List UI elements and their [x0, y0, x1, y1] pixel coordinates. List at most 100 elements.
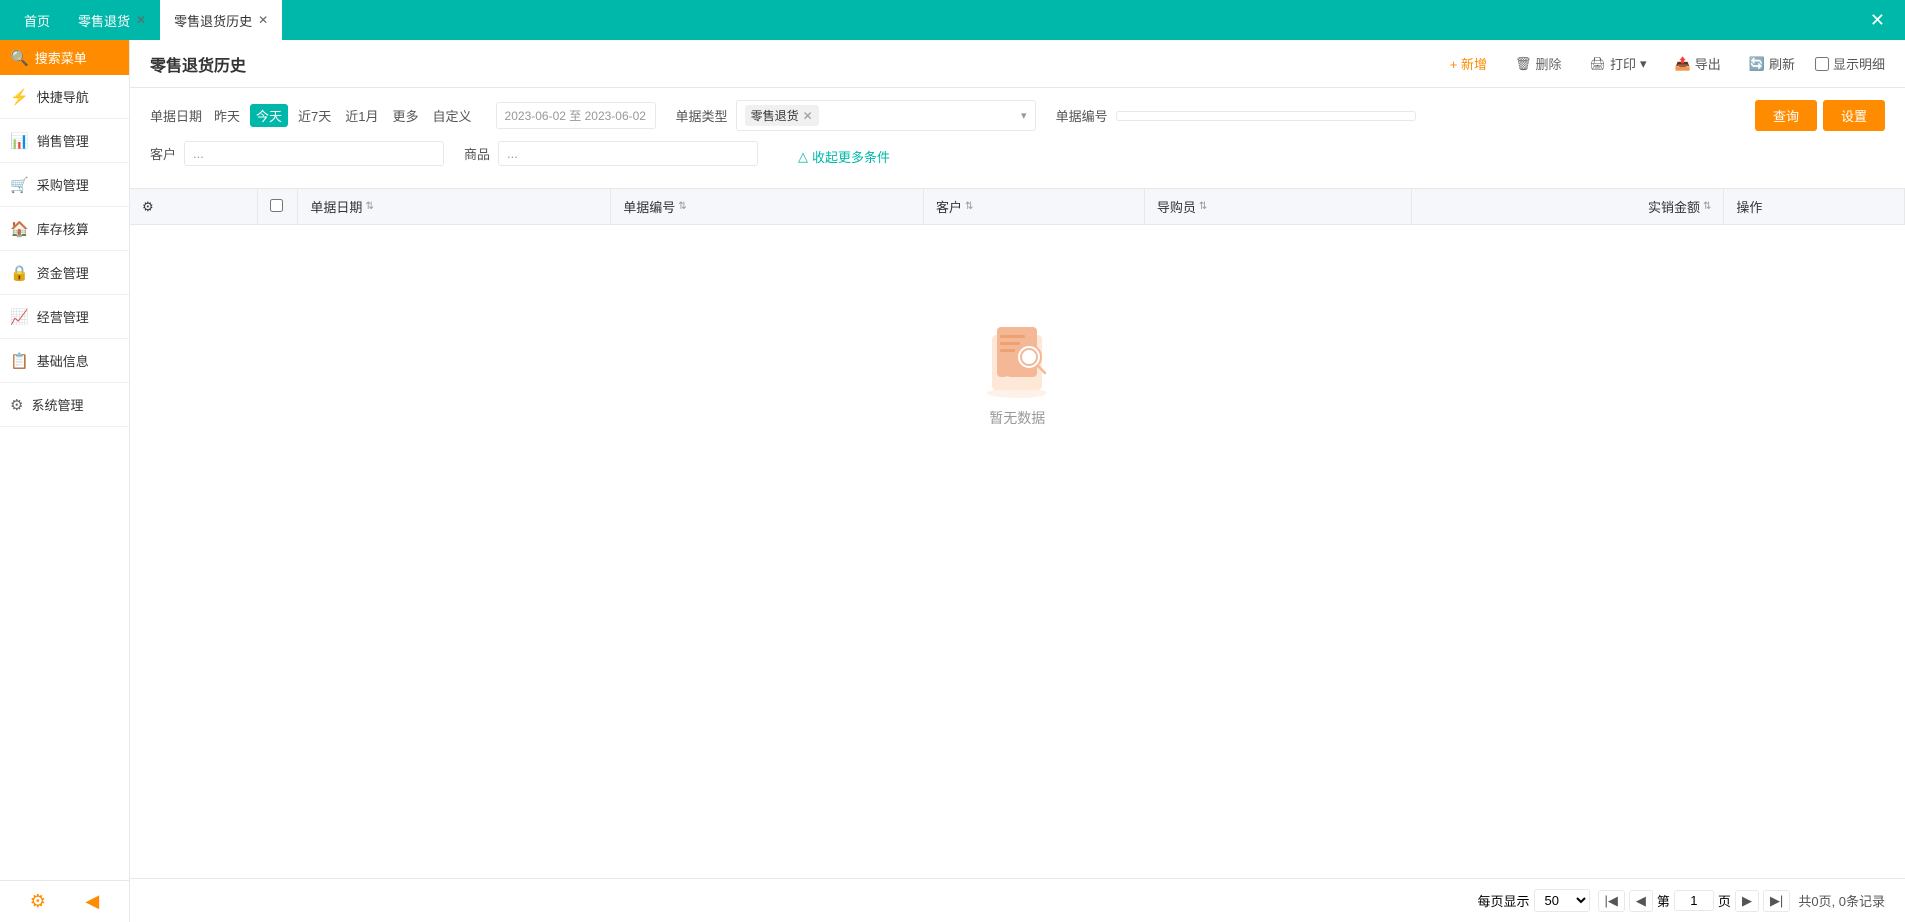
inventory-icon: 🏠 — [10, 220, 29, 238]
window-close-button[interactable]: ✕ — [1860, 10, 1895, 31]
print-icon: 🖨 — [1590, 56, 1607, 72]
sidebar-item-inventory[interactable]: 🏠 库存核算 — [0, 207, 129, 251]
th-customer: 客户 ⇅ — [924, 189, 1145, 225]
print-button[interactable]: 🖨 打印 ▾ — [1582, 50, 1655, 77]
page-header: 零售退货历史 + 新增 🗑 删除 🖨 打印 ▾ 📤 — [130, 40, 1905, 88]
sidebar-item-basic-info[interactable]: 📋 基础信息 — [0, 339, 129, 383]
tab-retail-return-history[interactable]: 零售退货历史 ✕ — [160, 0, 282, 40]
page-next-button[interactable]: ▶ — [1735, 890, 1759, 912]
page-number-input[interactable] — [1674, 890, 1714, 911]
sort-voucher-icon[interactable]: ⇅ — [678, 201, 686, 212]
show-detail-checkbox[interactable] — [1815, 57, 1829, 71]
sort-amount-icon[interactable]: ⇅ — [1703, 201, 1711, 212]
date-filter-buttons: 昨天 今天 近7天 近1月 更多 自定义 — [210, 104, 476, 127]
sidebar-item-purchase-mgmt[interactable]: 🛒 采购管理 — [0, 163, 129, 207]
voucher-type-tag: 零售退货 ✕ — [745, 105, 819, 126]
voucher-type-tag-close[interactable]: ✕ — [803, 109, 813, 123]
th-action: 操作 — [1724, 189, 1905, 225]
print-dropdown-icon: ▾ — [1640, 56, 1647, 72]
settings-bottom-icon[interactable]: ⚙ — [30, 891, 46, 912]
collapse-sidebar-icon[interactable]: ◀ — [85, 891, 99, 912]
date-btn-custom[interactable]: 自定义 — [429, 104, 476, 127]
date-range-filter: 2023-06-02 至 2023-06-02 — [496, 102, 656, 129]
search-icon: 🔍 — [10, 49, 29, 67]
th-date: 单据日期 ⇅ — [298, 189, 611, 225]
sidebar-item-sys-mgmt[interactable]: ⚙ 系统管理 — [0, 383, 129, 427]
finance-icon: 🔒 — [10, 264, 29, 282]
empty-icon — [967, 305, 1067, 408]
page-size-select: 每页显示 50 10 20 100 — [1478, 889, 1590, 912]
date-btn-today[interactable]: 今天 — [250, 104, 288, 127]
table-container: ⚙ 单据日期 ⇅ 单据编号 ⇅ — [130, 189, 1905, 878]
export-button[interactable]: 📤 导出 — [1667, 50, 1729, 77]
empty-text: 暂无数据 — [989, 408, 1045, 428]
basic-info-icon: 📋 — [10, 352, 29, 370]
voucher-type-dropdown-arrow: ▾ — [1021, 109, 1027, 122]
refresh-button[interactable]: 🔄 刷新 — [1741, 50, 1803, 77]
page-size-dropdown[interactable]: 50 10 20 100 — [1534, 889, 1590, 912]
goods-input[interactable]: ... — [498, 141, 758, 166]
th-voucher-no: 单据编号 ⇅ — [611, 189, 924, 225]
date-btn-yesterday[interactable]: 昨天 — [210, 104, 244, 127]
settings-button[interactable]: 设置 — [1823, 100, 1885, 131]
date-btn-more[interactable]: 更多 — [389, 104, 423, 127]
tab-retail-return[interactable]: 零售退货 ✕ — [64, 0, 160, 40]
tab-retail-return-close[interactable]: ✕ — [136, 13, 146, 27]
empty-illustration — [967, 305, 1067, 405]
new-button[interactable]: + 新增 — [1442, 50, 1495, 77]
empty-state-row: 暂无数据 — [130, 225, 1905, 509]
voucher-type-input[interactable]: 零售退货 ✕ ▾ — [736, 100, 1036, 131]
sidebar-item-operations[interactable]: 📈 经营管理 — [0, 295, 129, 339]
voucher-no-filter: 单据编号 — [1056, 106, 1416, 125]
filter-area: 单据日期 昨天 今天 近7天 近1月 更多 自定义 2023 — [130, 88, 1905, 189]
sidebar-item-quick-nav[interactable]: ⚡ 快捷导航 — [0, 75, 129, 119]
show-detail-toggle[interactable]: 显示明细 — [1815, 54, 1885, 73]
voucher-no-input[interactable] — [1116, 111, 1416, 121]
tab-home[interactable]: 首页 — [10, 0, 64, 40]
page-total: 共0页, 0条记录 — [1798, 891, 1885, 910]
sales-icon: 📊 — [10, 132, 29, 150]
date-btn-1month[interactable]: 近1月 — [341, 104, 382, 127]
sidebar-search[interactable]: 🔍 搜索菜单 — [0, 40, 129, 75]
page-title: 零售退货历史 — [150, 52, 246, 76]
sort-date-icon[interactable]: ⇅ — [365, 201, 373, 212]
sys-mgmt-icon: ⚙ — [10, 396, 23, 414]
query-button[interactable]: 查询 — [1755, 100, 1817, 131]
delete-button[interactable]: 🗑 删除 — [1507, 50, 1570, 77]
th-amount: 实销金额 ⇅ — [1411, 189, 1724, 225]
th-guide: 导购员 ⇅ — [1144, 189, 1411, 225]
data-table: ⚙ 单据日期 ⇅ 单据编号 ⇅ — [130, 189, 1905, 508]
toolbar: + 新增 🗑 删除 🖨 打印 ▾ 📤 导出 — [1442, 50, 1885, 77]
collapse-filters-button[interactable]: △ 收起更多条件 — [798, 147, 890, 166]
sort-guide-icon[interactable]: ⇅ — [1199, 201, 1207, 212]
page-nav: |◀ ◀ 第 页 ▶ ▶| — [1598, 890, 1791, 912]
page-last-button[interactable]: ▶| — [1763, 890, 1790, 912]
sidebar: 🔍 搜索菜单 ⚡ 快捷导航 📊 销售管理 🛒 采购管理 🏠 库 — [0, 40, 130, 922]
sort-customer-icon[interactable]: ⇅ — [965, 201, 973, 212]
date-range-input[interactable]: 2023-06-02 至 2023-06-02 — [496, 102, 656, 129]
th-checkbox[interactable] — [258, 189, 298, 225]
customer-filter: 客户 ... — [150, 141, 444, 166]
purchase-icon: 🛒 — [10, 176, 29, 194]
goods-filter: 商品 ... — [464, 141, 758, 166]
filter-row-2: 客户 ... 商品 ... △ 收起 — [150, 141, 1885, 166]
sidebar-item-finance[interactable]: 🔒 资金管理 — [0, 251, 129, 295]
date-btn-7days[interactable]: 近7天 — [294, 104, 335, 127]
content-area: 零售退货历史 + 新增 🗑 删除 🖨 打印 ▾ 📤 — [130, 40, 1905, 922]
voucher-type-filter: 单据类型 零售退货 ✕ ▾ — [676, 100, 1036, 131]
select-all-checkbox[interactable] — [270, 199, 283, 212]
quick-nav-icon: ⚡ — [10, 88, 29, 106]
filter-row-1: 单据日期 昨天 今天 近7天 近1月 更多 自定义 2023 — [150, 100, 1885, 131]
customer-input[interactable]: ... — [184, 141, 444, 166]
action-buttons: 查询 设置 — [1755, 100, 1885, 131]
th-settings[interactable]: ⚙ — [130, 189, 258, 225]
refresh-icon: 🔄 — [1749, 56, 1765, 72]
page-prev-button[interactable]: ◀ — [1629, 890, 1653, 912]
sidebar-bottom: ⚙ ◀ — [0, 880, 129, 922]
export-icon: 📤 — [1675, 56, 1691, 72]
page-first-button[interactable]: |◀ — [1598, 890, 1625, 912]
empty-state: 暂无数据 — [130, 225, 1905, 508]
tab-retail-return-history-close[interactable]: ✕ — [258, 13, 268, 27]
sidebar-item-sales-mgmt[interactable]: 📊 销售管理 — [0, 119, 129, 163]
sidebar-nav: ⚡ 快捷导航 📊 销售管理 🛒 采购管理 🏠 库存核算 🔒 资金管理 — [0, 75, 129, 880]
